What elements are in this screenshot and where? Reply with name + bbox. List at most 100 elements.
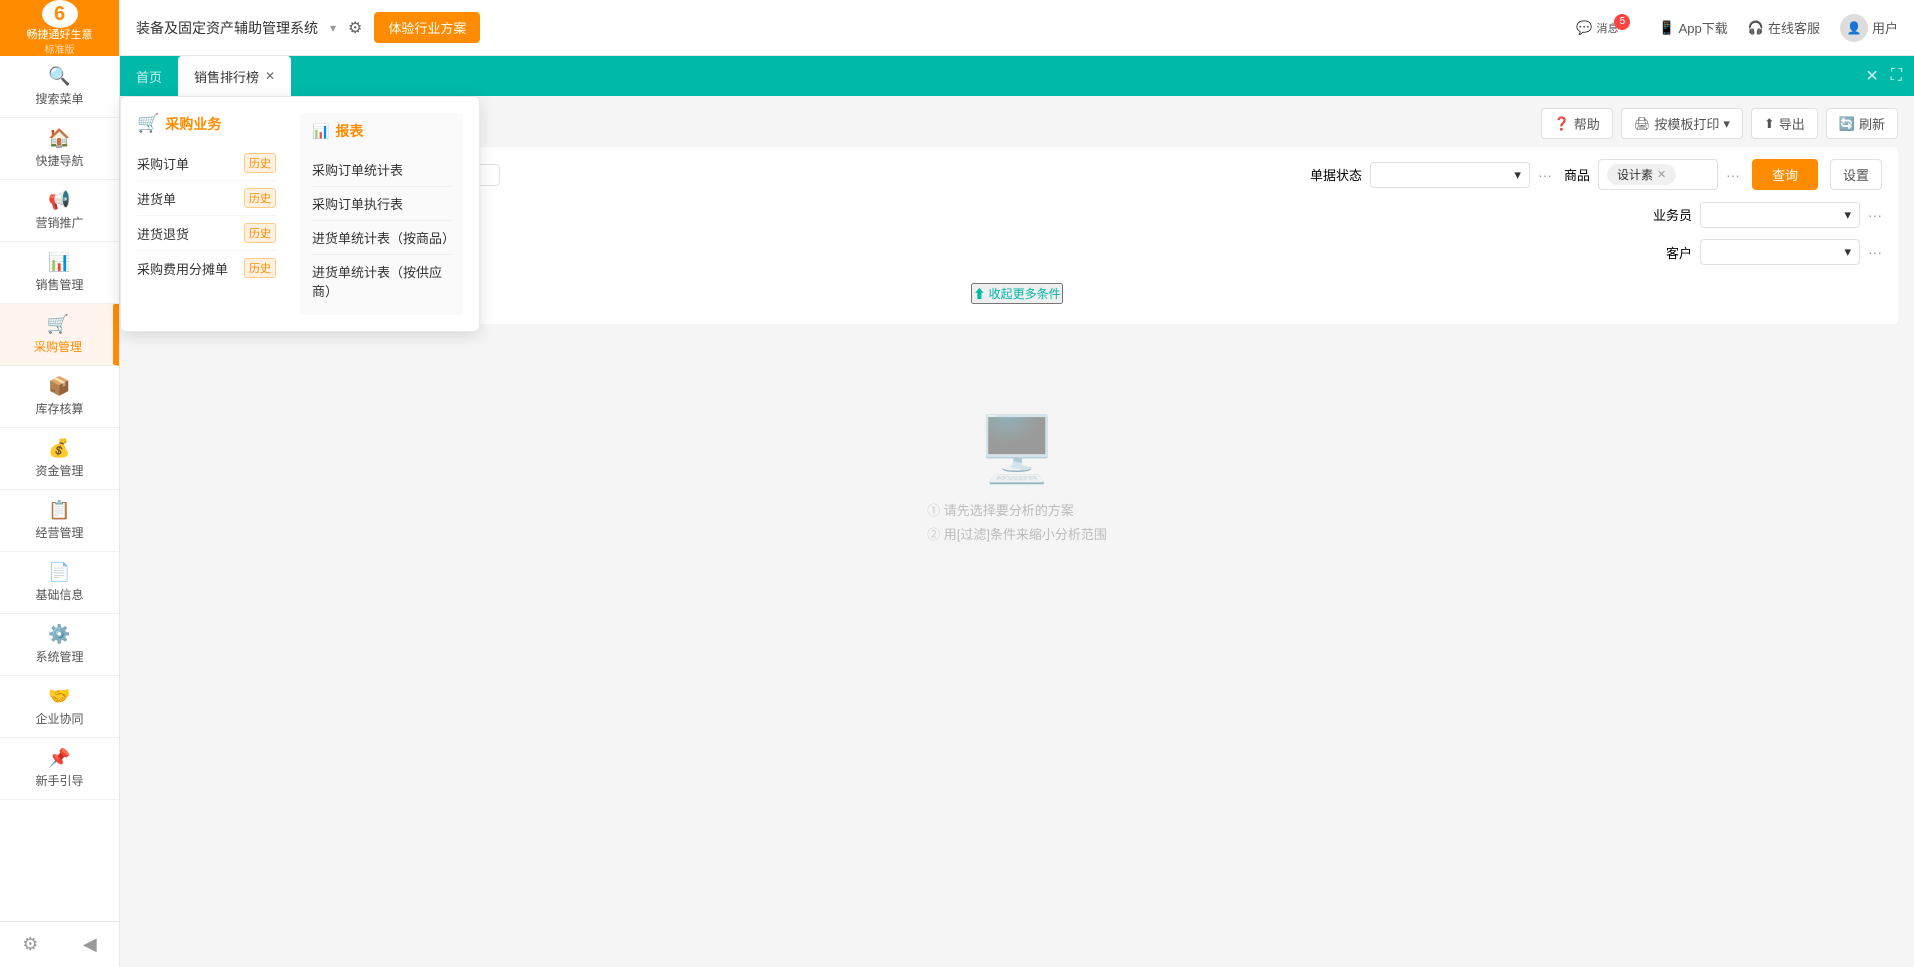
settings-bottom-icon[interactable]: ⚙ (22, 934, 38, 955)
voucher-status-more-icon[interactable]: ··· (1538, 167, 1552, 183)
sidebar-item-marketing[interactable]: 📢 营销推广 (0, 180, 119, 242)
popup-item-instock[interactable]: 进货单 历史 (137, 181, 276, 216)
header-dropdown-icon[interactable]: ▾ (330, 21, 336, 35)
refresh-icon: 🔄 (1839, 116, 1855, 132)
sidebar-item-label: 采购管理 (34, 338, 82, 355)
goods-tag: 设计素 ✕ (1607, 164, 1676, 185)
notification-item[interactable]: 💬 消息 5 (1576, 20, 1638, 36)
popup-report-item-3[interactable]: 进货单统计表（按供应商） (312, 255, 451, 307)
help-label: 帮助 (1574, 114, 1600, 133)
popup-purchase-title: 🛒 采购业务 (137, 113, 276, 134)
popup-item-label: 采购费用分摊单 (137, 259, 228, 278)
tab-close-all-icon[interactable]: ✕ (1865, 66, 1878, 86)
popup-report-title: 📊 报表 (312, 121, 451, 141)
sidebar-item-label: 库存核算 (35, 400, 83, 417)
app-download-item[interactable]: 📱 App下载 (1658, 18, 1727, 37)
help-btn[interactable]: ❓ 帮助 (1541, 108, 1613, 139)
goods-tag-close[interactable]: ✕ (1657, 168, 1666, 181)
collapse-label: 收起更多条件 (989, 287, 1061, 301)
print-btn[interactable]: 🖨 按模板打印 ▾ (1621, 108, 1743, 139)
header: 装备及固定资产辅助管理系统 ▾ ⚙ 体验行业方案 💬 消息 5 📱 App下载 … (120, 0, 1914, 56)
sidebar-item-sales[interactable]: 📊 销售管理 (0, 242, 119, 304)
salesperson-more-icon[interactable]: ··· (1868, 207, 1882, 223)
collapse-arrow-icon: ⬆ (973, 287, 985, 301)
tab-sales-ranking[interactable]: 销售排行榜 ✕ (178, 56, 291, 96)
finance-icon: 💰 (48, 438, 70, 459)
logo-text: 畅捷通好生意 (27, 30, 93, 41)
chevron-down-icon: ▾ (1514, 167, 1521, 183)
print-label: 按模板打印 (1654, 114, 1719, 133)
sidebar-item-label: 新手引导 (35, 772, 83, 789)
sidebar-item-newbie[interactable]: 📌 新手引导 (0, 738, 119, 800)
newbie-icon: 📌 (48, 748, 70, 769)
goods-more-icon[interactable]: ··· (1726, 167, 1740, 183)
purchase-title-label: 采购业务 (165, 114, 221, 134)
history-badge-3: 历史 (244, 258, 276, 278)
sidebar-item-system[interactable]: ⚙️ 系统管理 (0, 614, 119, 676)
goods-select[interactable]: 设计素 ✕ (1598, 159, 1718, 190)
customer-more-icon[interactable]: ··· (1868, 244, 1882, 260)
voucher-status-select[interactable]: ▾ (1370, 162, 1530, 188)
industry-btn[interactable]: 体验行业方案 (374, 12, 480, 43)
customer-chevron-icon: ▾ (1844, 244, 1851, 260)
user-item[interactable]: 👤 用户 (1840, 14, 1898, 42)
popup-report-item-2[interactable]: 进货单统计表（按商品） (312, 221, 451, 255)
print-dropdown-icon: ▾ (1723, 116, 1730, 132)
header-gear-icon[interactable]: ⚙ (348, 18, 362, 38)
tab-home[interactable]: 首页 (120, 56, 178, 96)
operation-icon: 📋 (48, 500, 70, 521)
export-btn[interactable]: ⬆ 导出 (1751, 108, 1818, 139)
popup-item-label: 采购订单 (137, 154, 189, 173)
tab-close-icon[interactable]: ✕ (265, 69, 275, 83)
sidebar-item-basic[interactable]: 📄 基础信息 (0, 552, 119, 614)
customer-filter: 客户 ▾ ··· (1666, 239, 1882, 265)
salesperson-filter: 业务员 ▾ ··· (1653, 202, 1882, 228)
system-icon: ⚙️ (48, 624, 70, 645)
voucher-status-filter: 单据状态 ▾ ··· (1310, 162, 1552, 188)
popup-report-item-0[interactable]: 采购订单统计表 (312, 153, 451, 187)
goods-tag-label: 设计素 (1617, 166, 1653, 183)
sidebar-item-label: 销售管理 (35, 276, 83, 293)
logo-icon: 6 (42, 0, 78, 28)
refresh-label: 刷新 (1859, 114, 1885, 133)
voucher-status-label: 单据状态 (1310, 165, 1362, 184)
popup-item-return[interactable]: 进货退货 历史 (137, 216, 276, 251)
sidebar-item-finance[interactable]: 💰 资金管理 (0, 428, 119, 490)
popup-item-expense[interactable]: 采购费用分摊单 历史 (137, 251, 276, 285)
sidebar-item-quick[interactable]: 🏠 快捷导航 (0, 118, 119, 180)
logo-sub: 标准版 (45, 41, 75, 56)
popup-item-label: 进货退货 (137, 224, 189, 243)
sidebar-item-enterprise[interactable]: 🤝 企业协同 (0, 676, 119, 738)
empty-hint-2: ② 用[过滤]条件来缩小分析范围 (927, 523, 1107, 547)
sidebar-item-inventory[interactable]: 📦 库存核算 (0, 366, 119, 428)
report-item-label-2: 进货单统计表（按商品） (312, 231, 455, 246)
purchase-col-icon: 🛒 (137, 113, 159, 134)
query-btn[interactable]: 查询 (1752, 159, 1818, 190)
popup-item-purchase-order[interactable]: 采购订单 历史 (137, 146, 276, 181)
sidebar-item-search[interactable]: 🔍 搜索菜单 (0, 56, 119, 118)
header-title: 装备及固定资产辅助管理系统 (136, 18, 318, 38)
online-service-item[interactable]: 🎧 在线客服 (1748, 18, 1820, 37)
hint1-text: 请先选择要分析的方案 (944, 503, 1074, 518)
sidebar-item-purchase[interactable]: 🛒 采购管理 (0, 304, 119, 366)
headset-icon: 🎧 (1748, 20, 1764, 36)
refresh-btn[interactable]: 🔄 刷新 (1826, 108, 1898, 139)
collapse-btn[interactable]: ⬆ 收起更多条件 (971, 283, 1062, 304)
history-badge-0: 历史 (244, 153, 276, 173)
popup-report-item-1[interactable]: 采购订单执行表 (312, 187, 451, 221)
customer-select[interactable]: ▾ (1700, 239, 1860, 265)
collapse-sidebar-icon[interactable]: ◀ (83, 934, 97, 955)
marketing-icon: 📢 (48, 190, 70, 211)
history-badge-1: 历史 (244, 188, 276, 208)
settings-btn[interactable]: 设置 (1830, 159, 1882, 190)
sidebar-item-label: 企业协同 (35, 710, 83, 727)
salesperson-label: 业务员 (1653, 205, 1692, 224)
tab-maximize-icon[interactable]: ⛶ (1891, 67, 1902, 85)
sidebar-item-label: 快捷导航 (35, 152, 83, 169)
report-item-label-0: 采购订单统计表 (312, 163, 403, 178)
sidebar-item-operation[interactable]: 📋 经营管理 (0, 490, 119, 552)
salesperson-chevron-icon: ▾ (1844, 207, 1851, 223)
sidebar-item-label: 营销推广 (35, 214, 83, 231)
salesperson-select[interactable]: ▾ (1700, 202, 1860, 228)
sidebar-item-label: 基础信息 (35, 586, 83, 603)
